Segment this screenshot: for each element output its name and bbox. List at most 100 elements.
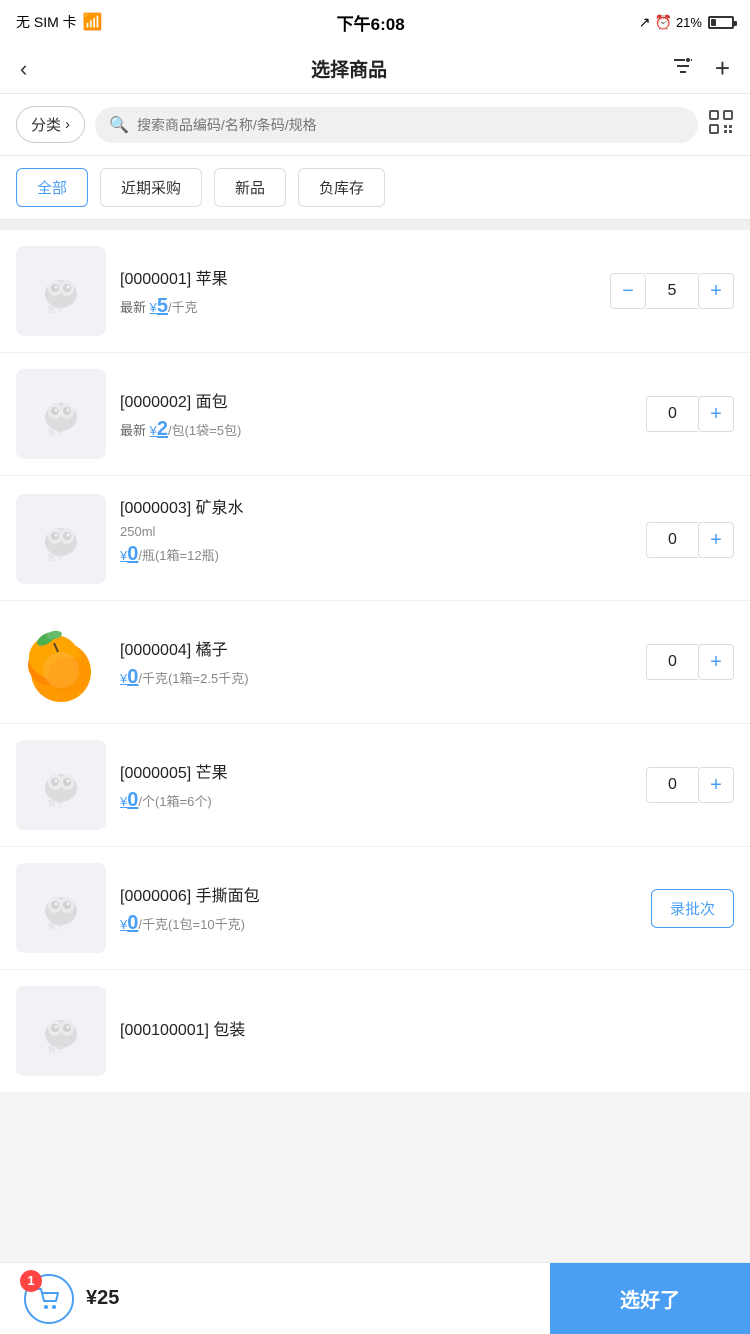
batch-button[interactable]: 录批次 (651, 889, 734, 928)
tab-recent[interactable]: 近期采购 (100, 168, 202, 207)
product-info: [000100001] 包装 (120, 1016, 734, 1046)
page-title: 选择商品 (311, 55, 387, 82)
product-name: [0000004] 橘子 (120, 636, 632, 660)
increase-button[interactable]: + (698, 522, 734, 558)
price-unit: /包(1袋=5包) (168, 423, 241, 438)
svg-text:智十: 智十 (48, 798, 64, 808)
tab-all[interactable]: 全部 (16, 168, 88, 207)
quantity-control: + (646, 396, 734, 432)
battery-icon (708, 16, 734, 29)
location-icon: ↗ (639, 14, 651, 31)
add-button[interactable]: + (715, 53, 730, 84)
owl-logo: 智十 (36, 1006, 86, 1056)
product-item: 智十 [0000001] 苹果 最新 ¥5/千克 − + (0, 230, 750, 353)
price-label: 最新 (120, 423, 150, 438)
product-info: [0000004] 橘子 ¥0/千克(1箱=2.5千克) (120, 636, 632, 689)
quantity-input[interactable] (646, 522, 698, 558)
product-item-partial: 智十 [000100001] 包装 (0, 970, 750, 1092)
product-thumbnail: 智十 (16, 494, 106, 584)
increase-button[interactable]: + (698, 644, 734, 680)
scan-button[interactable] (708, 109, 734, 141)
owl-logo: 智十 (36, 389, 86, 439)
product-spec: 250ml (120, 524, 632, 539)
search-bar: 分类 › 🔍 (0, 94, 750, 156)
product-name: [0000003] 矿泉水 (120, 494, 632, 518)
increase-button[interactable]: + (698, 396, 734, 432)
svg-text:智十: 智十 (48, 427, 64, 437)
filter-button[interactable] (671, 54, 695, 84)
quantity-input[interactable] (646, 644, 698, 680)
back-button[interactable]: ‹ (20, 56, 27, 82)
quantity-control: + (646, 644, 734, 680)
product-name: [0000006] 手撕面包 (120, 882, 637, 906)
chevron-right-icon: › (65, 116, 70, 133)
product-name: [0000001] 苹果 (120, 265, 596, 289)
search-input[interactable] (137, 117, 684, 133)
product-thumbnail: 智十 (16, 986, 106, 1076)
product-info: [0000001] 苹果 最新 ¥5/千克 (120, 265, 596, 318)
nav-bar: ‹ 选择商品 + (0, 44, 750, 94)
quantity-input[interactable] (646, 767, 698, 803)
search-icon: 🔍 (109, 115, 129, 135)
search-input-wrapper: 🔍 (95, 107, 698, 143)
product-thumbnail: 智十 (16, 369, 106, 459)
owl-logo: 智十 (36, 883, 86, 933)
product-price: ¥0/千克(1箱=2.5千克) (120, 666, 632, 689)
carrier-text: 无 SIM 卡 (16, 12, 77, 32)
owl-logo: 智十 (36, 514, 86, 564)
svg-text:智十: 智十 (48, 1044, 64, 1054)
product-price: ¥0/千克(1包=10千克) (120, 912, 637, 935)
increase-button[interactable]: + (698, 273, 734, 309)
cart-badge: 1 (20, 1270, 42, 1292)
product-info: [0000005] 芒果 ¥0/个(1箱=6个) (120, 759, 632, 812)
wifi-icon: 📶 (83, 12, 103, 32)
product-item: 智十 [0000005] 芒果 ¥0/个(1箱=6个) + (0, 724, 750, 847)
increase-button[interactable]: + (698, 767, 734, 803)
svg-text:智十: 智十 (48, 552, 64, 562)
product-list: 智十 [0000001] 苹果 最新 ¥5/千克 − + (0, 230, 750, 1092)
status-right: ↗ ⏰ 21% (639, 14, 734, 31)
price-amount: 0 (127, 543, 138, 565)
product-price: 最新 ¥2/包(1袋=5包) (120, 418, 632, 441)
price-currency: ¥ (150, 423, 157, 438)
product-price: ¥0/个(1箱=6个) (120, 789, 632, 812)
price-amount: 0 (127, 666, 138, 688)
section-divider (0, 220, 750, 230)
product-item: [0000004] 橘子 ¥0/千克(1箱=2.5千克) + (0, 601, 750, 724)
cart-section: 1 ¥25 (0, 1274, 550, 1324)
alarm-icon: ⏰ (655, 14, 672, 31)
price-amount: 0 (127, 912, 138, 934)
status-bar: 无 SIM 卡 📶 下午6:08 ↗ ⏰ 21% (0, 0, 750, 44)
product-info: [0000003] 矿泉水 250ml ¥0/瓶(1箱=12瓶) (120, 494, 632, 566)
price-label: 最新 (120, 300, 150, 315)
price-currency: ¥ (150, 300, 157, 315)
tab-new[interactable]: 新品 (214, 168, 286, 207)
confirm-button[interactable]: 选好了 (550, 1263, 750, 1334)
owl-logo: 智十 (36, 266, 86, 316)
price-unit: /千克(1包=10千克) (138, 917, 245, 932)
quantity-input[interactable] (646, 396, 698, 432)
product-thumbnail: 智十 (16, 863, 106, 953)
quantity-control: + (646, 522, 734, 558)
price-amount: 5 (157, 295, 168, 317)
product-item: 智十 [0000006] 手撕面包 ¥0/千克(1包=10千克) 录批次 (0, 847, 750, 970)
product-info: [0000002] 面包 最新 ¥2/包(1袋=5包) (120, 388, 632, 441)
status-time: 下午6:08 (337, 10, 405, 35)
category-button[interactable]: 分类 › (16, 106, 85, 143)
nav-actions: + (671, 53, 730, 84)
price-unit: /个(1箱=6个) (138, 794, 211, 809)
product-name: [000100001] 包装 (120, 1016, 734, 1040)
orange-image (16, 617, 106, 707)
product-item: 智十 [0000002] 面包 最新 ¥2/包(1袋=5包) + (0, 353, 750, 476)
quantity-control: + (646, 767, 734, 803)
status-left: 无 SIM 卡 📶 (16, 12, 103, 32)
cart-button[interactable]: 1 (24, 1274, 74, 1324)
tab-negative-stock[interactable]: 负库存 (298, 168, 385, 207)
product-thumbnail: 智十 (16, 246, 106, 336)
product-thumbnail (16, 617, 106, 707)
battery-text: 21% (676, 15, 702, 30)
quantity-input[interactable] (646, 273, 698, 309)
decrease-button[interactable]: − (610, 273, 646, 309)
price-unit: /瓶(1箱=12瓶) (138, 548, 219, 563)
quantity-control: − + (610, 273, 734, 309)
